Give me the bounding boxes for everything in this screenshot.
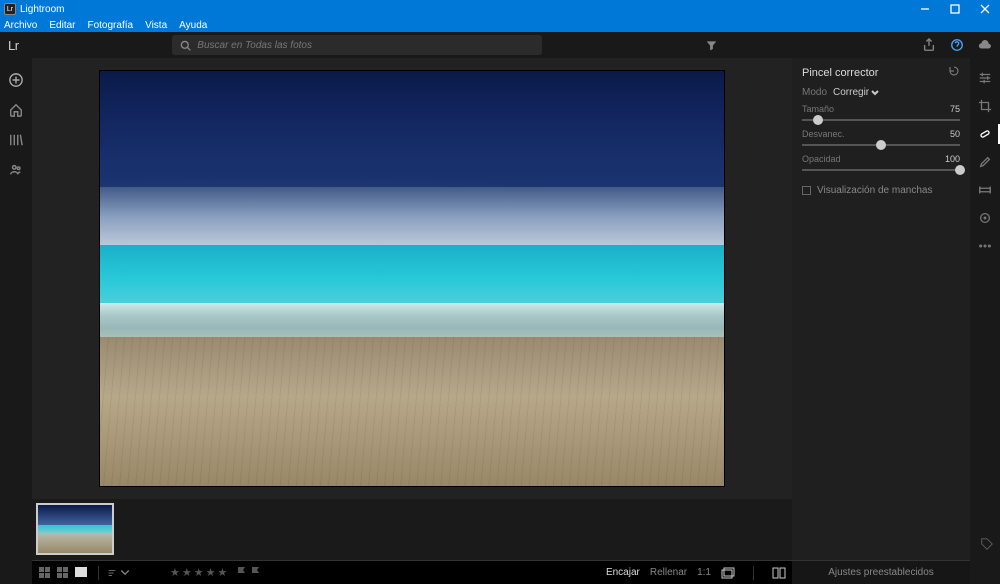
grid-small-button[interactable]: [38, 566, 54, 580]
search-placeholder: Buscar en Todas las fotos: [197, 40, 312, 51]
bandage-icon: [978, 127, 992, 141]
ellipsis-icon: [978, 239, 992, 253]
sort-button[interactable]: [107, 568, 130, 578]
menu-vista[interactable]: Vista: [145, 20, 167, 31]
cloud-sync-button[interactable]: [978, 38, 992, 52]
zoom-1to1-button[interactable]: 1:1: [697, 567, 711, 578]
crop-button[interactable]: [977, 98, 993, 114]
split-view-icon: [772, 567, 786, 579]
mode-label: Modo: [802, 87, 827, 98]
library-button[interactable]: [8, 132, 24, 148]
photo: [100, 71, 724, 486]
star-icon[interactable]: ★: [206, 566, 216, 579]
thumbnail[interactable]: [36, 503, 114, 555]
radial-gradient-icon: [978, 211, 992, 225]
window-titlebar: Lr Lightroom: [0, 0, 1000, 18]
tag-button[interactable]: [980, 537, 994, 556]
home-icon: [9, 103, 23, 117]
checkbox-icon: [802, 186, 811, 195]
chevron-down-icon: [871, 89, 879, 97]
sort-icon: [107, 568, 117, 578]
app-logo[interactable]: Lr: [8, 38, 19, 53]
edit-sliders-button[interactable]: [977, 70, 993, 86]
single-view-button[interactable]: [74, 566, 90, 580]
search-icon: [180, 40, 191, 51]
zoom-fill-button[interactable]: Rellenar: [650, 567, 687, 578]
star-icon[interactable]: ★: [194, 566, 204, 579]
star-rating[interactable]: ★ ★ ★ ★ ★: [170, 566, 227, 579]
plus-circle-icon: [9, 73, 23, 87]
sliders-icon: [978, 71, 992, 85]
reset-button[interactable]: [946, 66, 960, 79]
grid-large-button[interactable]: [56, 566, 72, 580]
menu-ayuda[interactable]: Ayuda: [179, 20, 207, 31]
share-icon: [922, 38, 936, 52]
panel-title: Pincel corrector: [802, 67, 878, 79]
healing-brush-panel: Pincel corrector Modo Corregir Tamaño75 …: [792, 58, 970, 584]
star-icon[interactable]: ★: [170, 566, 180, 579]
window-title: Lightroom: [20, 4, 64, 15]
linear-gradient-icon: [978, 183, 992, 197]
menu-editar[interactable]: Editar: [49, 20, 75, 31]
visualize-spots-checkbox[interactable]: Visualización de manchas: [802, 185, 960, 196]
flag-pick-button[interactable]: [237, 566, 247, 579]
crop-icon: [978, 99, 992, 113]
opacity-slider[interactable]: [802, 169, 960, 171]
people-button[interactable]: [8, 162, 24, 178]
show-original-button[interactable]: [721, 567, 735, 579]
search-input[interactable]: Buscar en Todas las fotos: [172, 35, 542, 55]
bottom-toolbar: ★ ★ ★ ★ ★ Encajar Rellenar 1:1: [32, 560, 792, 584]
radial-gradient-button[interactable]: [977, 210, 993, 226]
menu-bar: Archivo Editar Fotografía Vista Ayuda: [0, 18, 1000, 32]
share-button[interactable]: [922, 38, 936, 52]
feather-slider[interactable]: [802, 144, 960, 146]
cloud-icon: [978, 38, 992, 52]
window-close-button[interactable]: [970, 0, 1000, 18]
brush-button[interactable]: [977, 154, 993, 170]
menu-archivo[interactable]: Archivo: [4, 20, 37, 31]
right-rail: [970, 58, 1000, 584]
size-slider[interactable]: [802, 119, 960, 121]
app-icon: Lr: [4, 3, 16, 15]
slider-value: 100: [945, 154, 960, 164]
left-rail: [0, 58, 32, 584]
reset-icon: [946, 66, 960, 76]
slider-label: Desvanec.: [802, 129, 845, 139]
help-button[interactable]: [950, 38, 964, 52]
funnel-icon: [706, 40, 717, 51]
help-icon: [950, 38, 964, 52]
star-icon[interactable]: ★: [182, 566, 192, 579]
more-button[interactable]: [977, 238, 993, 254]
star-icon[interactable]: ★: [218, 566, 228, 579]
flag-reject-button[interactable]: [251, 566, 261, 579]
filmstrip: [32, 499, 792, 560]
flag-icon: [251, 566, 261, 576]
slider-label: Opacidad: [802, 154, 841, 164]
mode-dropdown[interactable]: Corregir: [833, 87, 879, 98]
books-icon: [9, 133, 23, 147]
flag-icon: [237, 566, 247, 576]
brush-icon: [978, 155, 992, 169]
photo-canvas[interactable]: [32, 58, 792, 499]
presets-button[interactable]: Ajustes preestablecidos: [792, 560, 970, 584]
filter-button[interactable]: [700, 35, 722, 55]
people-icon: [9, 163, 23, 177]
linear-gradient-button[interactable]: [977, 182, 993, 198]
compare-button[interactable]: [772, 567, 786, 579]
window-maximize-button[interactable]: [940, 0, 970, 18]
add-photo-button[interactable]: [8, 72, 24, 88]
menu-fotografia[interactable]: Fotografía: [87, 20, 133, 31]
home-button[interactable]: [8, 102, 24, 118]
slider-value: 50: [950, 129, 960, 139]
slider-label: Tamaño: [802, 104, 834, 114]
healing-brush-button[interactable]: [977, 126, 993, 142]
zoom-fit-button[interactable]: Encajar: [606, 567, 640, 578]
tag-icon: [980, 537, 994, 551]
app-topbar: Lr Buscar en Todas las fotos: [0, 32, 1000, 58]
window-minimize-button[interactable]: [910, 0, 940, 18]
slider-value: 75: [950, 104, 960, 114]
photo-stack-icon: [721, 567, 735, 579]
chevron-down-icon: [120, 568, 130, 578]
